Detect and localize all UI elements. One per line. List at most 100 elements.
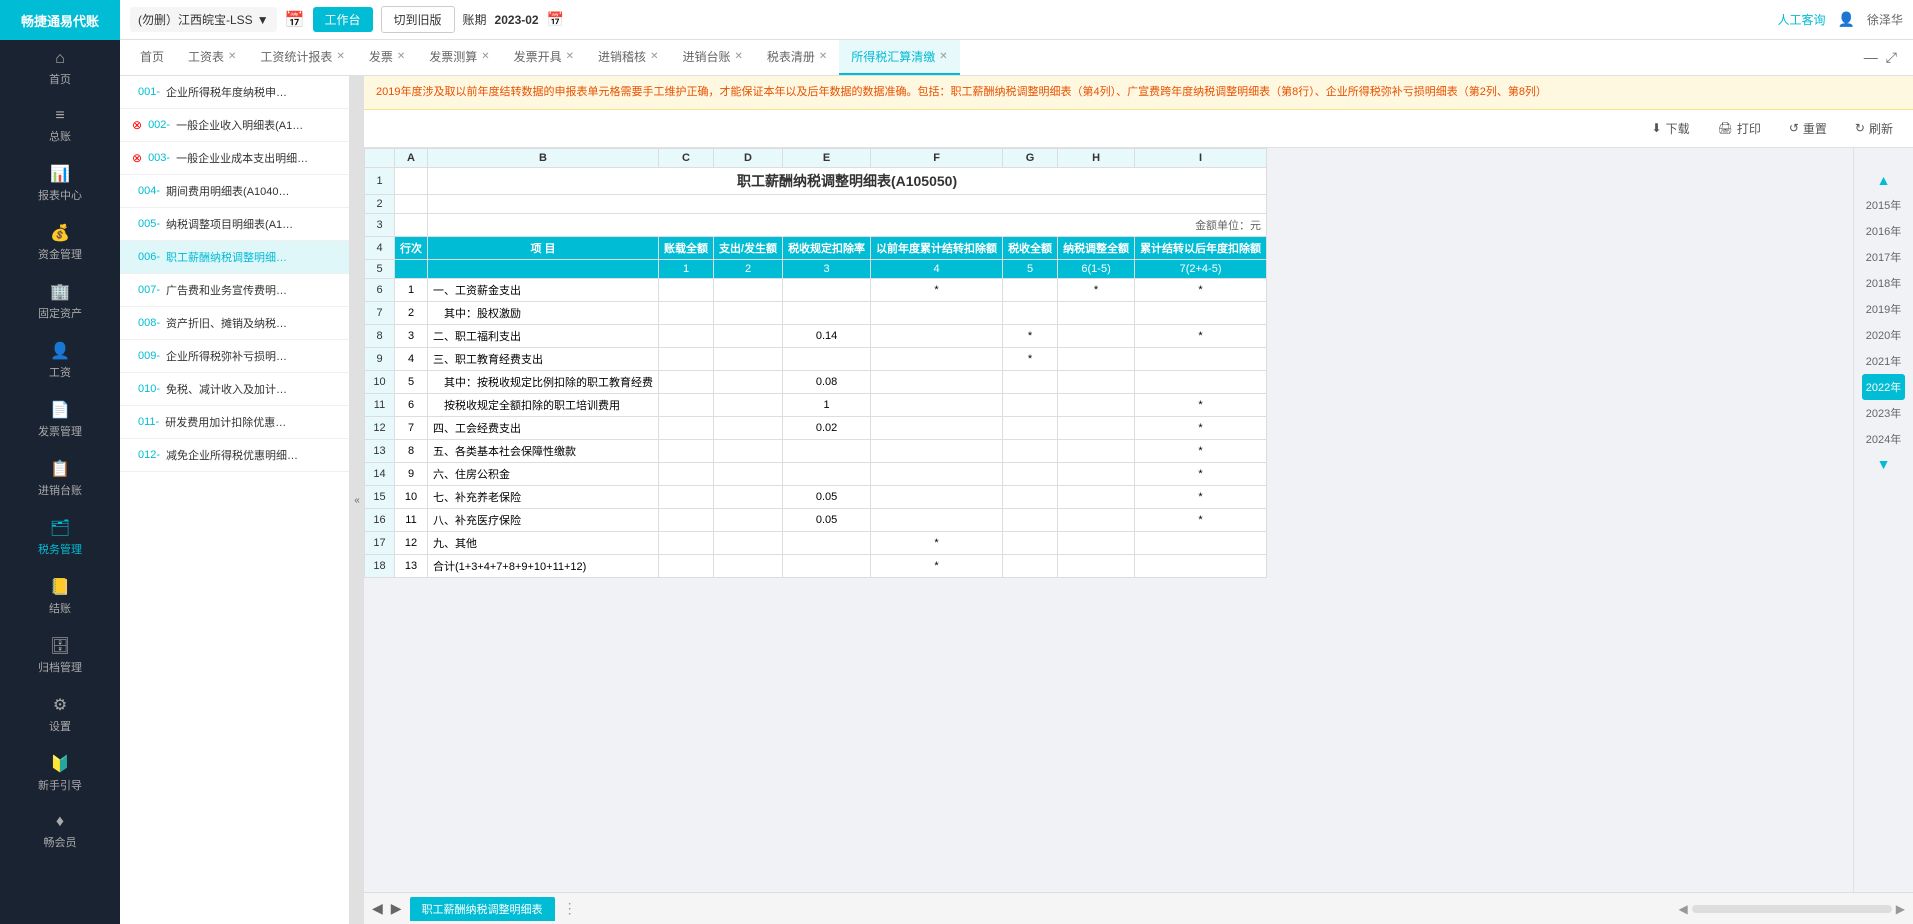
calendar-icon[interactable]: 📅	[285, 10, 305, 30]
sidebar-item-invoice[interactable]: 📄 发票管理	[0, 390, 120, 449]
row-4-num: 4	[365, 236, 395, 259]
tab-salary-close[interactable]: ✕	[228, 51, 236, 62]
tab-salary[interactable]: 工资表 ✕	[176, 40, 248, 75]
sidebar-item-assets[interactable]: 🏢 固定资产	[0, 272, 120, 331]
col-header-I: I	[1135, 148, 1267, 167]
subheader-4: 4	[871, 259, 1003, 278]
sheet-wrapper[interactable]: A B C D E F G H I	[364, 148, 1853, 893]
r11-c5	[1003, 393, 1058, 416]
form-list-item-003[interactable]: ⊗ 003-一般企业业成本支出明细…	[120, 142, 349, 175]
tab-invoice-close[interactable]: ✕	[397, 51, 405, 62]
sidebar-item-tax[interactable]: 🗂 税务管理	[0, 508, 120, 567]
tab-invoice-calc-close[interactable]: ✕	[481, 51, 489, 62]
year-down-button[interactable]: ▼	[1873, 452, 1895, 476]
sidebar-item-finance[interactable]: 💰 资金管理	[0, 213, 120, 272]
year-2024[interactable]: 2024年	[1862, 426, 1905, 452]
sidebar-item-settings[interactable]: ⚙ 设置	[0, 685, 120, 744]
sidebar-item-archive[interactable]: 🗄 归档管理	[0, 626, 120, 685]
sidebar-label-home: 首页	[49, 71, 71, 87]
year-up-button[interactable]: ▲	[1873, 168, 1895, 192]
scroll-right-icon[interactable]: ▶	[391, 900, 402, 917]
form-list-item-009[interactable]: 009-企业所得税弥补亏损明…	[120, 340, 349, 373]
tab-invoice-issue-close[interactable]: ✕	[566, 51, 574, 62]
switch-version-button[interactable]: 切到旧版	[381, 6, 455, 33]
scroll-bar-left[interactable]: ◀	[1679, 902, 1688, 916]
sidebar-item-purchase-sale[interactable]: 📋 进销台账	[0, 449, 120, 508]
r17-item: 九、其他	[428, 531, 659, 554]
form-list-item-005[interactable]: 005-纳税调整项目明细表(A1…	[120, 208, 349, 241]
form-list-item-002[interactable]: ⊗ 002-一般企业收入明细表(A1…	[120, 109, 349, 142]
company-selector[interactable]: (勿删）江西皖宝-LSS ▼	[130, 7, 277, 32]
form-name-007: 广告费和业务宣传费明…	[166, 282, 287, 298]
tab-salary-report[interactable]: 工资统计报表 ✕	[248, 40, 356, 75]
sidebar-item-report[interactable]: 📊 报表中心	[0, 154, 120, 213]
sidebar-item-salary[interactable]: 👤 工资	[0, 331, 120, 390]
member-icon: ♦	[56, 813, 64, 831]
print-icon: 🖨	[1718, 121, 1733, 135]
header-item: 项 目	[428, 236, 659, 259]
form-list-item-006[interactable]: 006-职工薪酬纳税调整明细…	[120, 241, 349, 274]
form-list-item-008[interactable]: 008-资产折旧、摊销及纳税…	[120, 307, 349, 340]
more-sheets-icon[interactable]: ⋮	[563, 900, 577, 917]
window-minimize-icon[interactable]: —	[1864, 49, 1878, 66]
reset-button[interactable]: ↺ 重置	[1781, 116, 1835, 141]
form-list-item-010[interactable]: 010-免税、减计收入及加计…	[120, 373, 349, 406]
form-list-item-001[interactable]: 001-企业所得税年度纳税申…	[120, 76, 349, 109]
support-link[interactable]: 人工客询	[1778, 11, 1826, 28]
tab-purchase-check-close[interactable]: ✕	[650, 51, 658, 62]
year-2017[interactable]: 2017年	[1862, 244, 1905, 270]
year-2023[interactable]: 2023年	[1862, 400, 1905, 426]
scroll-bar-right[interactable]: ▶	[1896, 902, 1905, 916]
tab-invoice-issue[interactable]: 发票开具 ✕	[502, 40, 586, 75]
refresh-button[interactable]: ↻ 刷新	[1847, 116, 1901, 141]
year-2016[interactable]: 2016年	[1862, 218, 1905, 244]
tab-invoice-calc[interactable]: 发票测算 ✕	[417, 40, 501, 75]
scroll-left-icon[interactable]: ◀	[372, 900, 383, 917]
horizontal-scrollbar[interactable]	[1692, 905, 1892, 913]
sidebar-item-home[interactable]: ⌂ 首页	[0, 40, 120, 97]
row-12-num: 12	[365, 416, 395, 439]
table-row: 18 13 合计(1+3+4+7+8+9+10+11+12) *	[365, 554, 1267, 577]
form-list-item-007[interactable]: 007-广告费和业务宣传费明…	[120, 274, 349, 307]
tab-tax-list[interactable]: 税表清册 ✕	[755, 40, 839, 75]
bottom-sheet-tab[interactable]: 职工薪酬纳税调整明细表	[410, 897, 555, 921]
form-list-item-011[interactable]: 011-研发费用加计扣除优惠…	[120, 406, 349, 439]
tab-income-tax-close[interactable]: ✕	[939, 51, 947, 62]
tab-home[interactable]: 首页	[128, 40, 176, 75]
tab-income-tax[interactable]: 所得税汇算清缴 ✕	[839, 40, 959, 75]
form-name-003: 一般企业业成本支出明细…	[176, 150, 308, 166]
r16-c3: 0.05	[783, 508, 871, 531]
year-2015[interactable]: 2015年	[1862, 192, 1905, 218]
header-c3: 税收规定扣除率	[783, 236, 871, 259]
sidebar-item-ledger[interactable]: ≡ 总账	[0, 97, 120, 154]
tab-purchase-ledger-close[interactable]: ✕	[734, 51, 742, 62]
year-2022[interactable]: 2022年	[1862, 374, 1905, 400]
assets-icon: 🏢	[50, 282, 70, 302]
window-maximize-icon[interactable]: ⤢	[1886, 49, 1897, 66]
sidebar-item-close[interactable]: 📒 结账	[0, 567, 120, 626]
year-2018[interactable]: 2018年	[1862, 270, 1905, 296]
warning-bar: 2019年度涉及取以前年度结转数据的申报表单元格需要手工维护正确，才能保证本年以…	[364, 76, 1913, 110]
year-2020[interactable]: 2020年	[1862, 322, 1905, 348]
tab-invoice[interactable]: 发票 ✕	[357, 40, 417, 75]
r16-c5	[1003, 508, 1058, 531]
form-list-item-012[interactable]: 012-减免企业所得税优惠明细…	[120, 439, 349, 472]
row-13-num: 13	[365, 439, 395, 462]
tab-salary-report-close[interactable]: ✕	[336, 51, 344, 62]
download-button[interactable]: ⬇ 下载	[1644, 116, 1698, 141]
tab-tax-list-close[interactable]: ✕	[819, 51, 827, 62]
sidebar-item-member[interactable]: ♦ 畅会员	[0, 803, 120, 860]
sidebar-item-guide[interactable]: 🔰 新手引导	[0, 744, 120, 803]
year-2019[interactable]: 2019年	[1862, 296, 1905, 322]
r14-c6	[1058, 462, 1135, 485]
year-2021[interactable]: 2021年	[1862, 348, 1905, 374]
tab-purchase-check[interactable]: 进销稽核 ✕	[586, 40, 670, 75]
workbench-button[interactable]: 工作台	[313, 7, 373, 32]
r14-c3	[783, 462, 871, 485]
collapse-button[interactable]: «	[350, 76, 364, 924]
form-list-item-004[interactable]: 004-期间费用明细表(A1040…	[120, 175, 349, 208]
sidebar-label-archive: 归档管理	[38, 659, 82, 675]
print-button[interactable]: 🖨 打印	[1710, 116, 1769, 141]
period-calendar-icon[interactable]: 📅	[547, 11, 564, 28]
tab-purchase-ledger[interactable]: 进销台账 ✕	[670, 40, 754, 75]
